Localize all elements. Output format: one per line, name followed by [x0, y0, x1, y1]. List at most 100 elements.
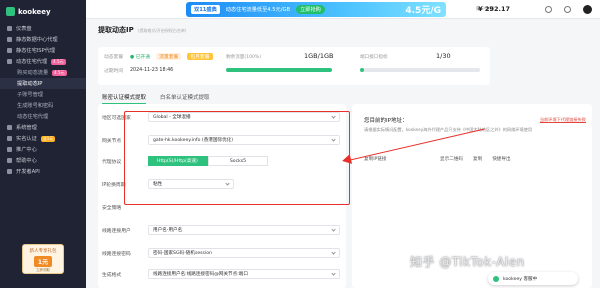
- expire-label: 过期时间: [104, 69, 124, 74]
- sidebar-item-label: 生成账号和密码: [17, 103, 54, 109]
- sidebar-item[interactable]: 推广中心: [0, 144, 86, 155]
- menu-icon: [7, 169, 12, 174]
- plan-status-label: 动态套餐: [104, 55, 124, 60]
- promo-note: 立即领取: [36, 268, 50, 272]
- sidebar-item-label: 动态住宅代理: [16, 59, 48, 65]
- annotation-arrow-head: [340, 154, 353, 166]
- sidebar-item[interactable]: 系统管理: [0, 122, 86, 133]
- plan-info-card: 动态套餐 ● 已开通 流量套餐 包月套餐 过期时间 2024-11-23 18:…: [98, 47, 490, 85]
- menu-icon: [7, 136, 12, 141]
- sidebar-item-label: 推广中心: [16, 147, 37, 153]
- sidebar-item-label: 静态数据中心代理: [16, 37, 58, 43]
- format-row: 生成格式 线路连接用户名:线路连接密码@网关节点:端口: [102, 269, 340, 279]
- sidebar-item[interactable]: 生成账号和密码: [0, 100, 86, 111]
- promo-gift-card[interactable]: 新人专享礼包 1元 立即领取: [22, 244, 64, 274]
- extract-mode-tabs: 账密认证模式提取 白名单认证模式提取: [102, 93, 210, 104]
- traffic-progress: [226, 68, 332, 72]
- brand-logo[interactable]: kookeey: [0, 0, 86, 23]
- avatar[interactable]: [583, 5, 592, 14]
- tab-account-auth[interactable]: 账密认证模式提取: [102, 93, 147, 104]
- sidebar-item-tag: 4.5元: [51, 58, 66, 65]
- chevron-down-icon: [331, 249, 336, 255]
- sidebar-item-label: 提取动态IP: [17, 81, 43, 87]
- bell-icon[interactable]: [564, 6, 571, 13]
- promo-banner[interactable]: 双11盛典 动态住宅流量低至4.5元/GB 立即抢购 4.5元/G: [186, 2, 446, 17]
- conn-user-value: 用户名-用户名: [153, 228, 183, 233]
- sidebar-item[interactable]: 开发者API: [0, 166, 86, 177]
- sidebar-item-tag: 4.5元: [52, 69, 67, 76]
- conn-user-label: 线路连接用户: [102, 228, 131, 234]
- sidebar: kookeey 仪表盘 静态数据中心代理 静态住宅ISP代理 动态住宅代理 4.5元 购买…: [0, 0, 86, 288]
- sidebar-item-label: 动态住宅代理: [17, 114, 49, 120]
- expire-row: 过期时间 2024-11-23 18:46: [104, 67, 173, 74]
- sidebar-item[interactable]: 帮助中心: [0, 155, 86, 166]
- menu-icon: [7, 59, 12, 64]
- copy-button[interactable]: 复制: [473, 156, 482, 162]
- tab-whitelist-auth[interactable]: 白名单认证模式提取: [160, 93, 210, 104]
- sidebar-item-label: 子账号管理: [17, 92, 43, 98]
- port-progress-fill: [360, 68, 364, 72]
- sidebar-item-label: 帮助中心: [16, 158, 37, 164]
- promo-title: 新人专享礼包: [29, 249, 57, 254]
- logo-text: kookeey: [18, 7, 51, 16]
- menu-icon: [7, 125, 12, 130]
- sidebar-nav: 仪表盘 静态数据中心代理 静态住宅ISP代理 动态住宅代理 4.5元 购买动态流量 4.5元…: [0, 23, 86, 177]
- account-balance: ¥ 292.17: [478, 5, 510, 13]
- logo-icon: [6, 7, 15, 16]
- plan-badge-monthly: 包月套餐: [187, 53, 213, 60]
- sidebar-item-label: 系统管理: [16, 125, 37, 131]
- region-note: 请根据实际情况配置，kookeey海外代理产品只支持《中国大陆地区之外》的网络环…: [364, 127, 533, 132]
- top-bar: 双11盛典 动态住宅流量低至4.5元/GB 立即抢购 4.5元/G 账户余额 ¥…: [86, 0, 600, 19]
- plan-status-row: 动态套餐 ● 已开通 流量套餐 包月套餐: [104, 53, 213, 60]
- quick-export-button[interactable]: 快捷导出: [492, 156, 510, 162]
- sidebar-item[interactable]: 购买动态流量 4.5元: [0, 67, 86, 78]
- sidebar-item-label: 开发者API: [16, 169, 40, 175]
- sidebar-item[interactable]: 子账号管理: [0, 89, 86, 100]
- format-value: 线路连接用户名:线路连接密码@网关节点:端口: [153, 272, 248, 277]
- menu-icon: [7, 48, 12, 53]
- sidebar-item-label: 仪表盘: [16, 26, 32, 32]
- sidebar-item[interactable]: 动态住宅代理 4.5元: [0, 56, 86, 67]
- chat-label: kookeey 客服中: [503, 276, 538, 282]
- plan-status-value: ● 已开通: [130, 55, 151, 60]
- page-title: 提取动态IP: [98, 26, 134, 34]
- sidebar-item-label: 购买动态流量: [17, 70, 49, 76]
- chevron-down-icon: [331, 226, 336, 232]
- sidebar-item[interactable]: 提取动态IP: [0, 78, 86, 89]
- sidebar-item[interactable]: 静态数据中心代理: [0, 34, 86, 45]
- traffic-progress-fill: [226, 68, 332, 72]
- sidebar-item[interactable]: 动态住宅代理: [0, 111, 86, 122]
- conn-user-row: 线路连接用户 用户名-用户名: [102, 225, 340, 235]
- banner-price: 4.5元/G: [405, 6, 441, 16]
- headset-icon[interactable]: [545, 6, 552, 13]
- port-value: 1/30: [436, 52, 451, 60]
- sidebar-item[interactable]: 实名认证 送1元: [0, 133, 86, 144]
- sidebar-item-label: 实名认证: [16, 136, 37, 142]
- conn-user-select[interactable]: 用户名-用户名: [148, 225, 340, 235]
- banner-badge: 双11盛典: [191, 5, 220, 14]
- connection-warning-link[interactable]: 当前环境下代理链接失败: [540, 117, 586, 123]
- watermark-text: 知乎 @TikTok-Alen: [410, 255, 525, 269]
- menu-icon: [7, 147, 12, 152]
- expire-value: 2024-11-23 18:46: [130, 68, 174, 73]
- banner-cta-button[interactable]: 立即抢购: [296, 5, 325, 14]
- conn-pass-select[interactable]: 密码-国家SG码-随机session: [148, 248, 340, 258]
- promo-price: 1元: [33, 256, 53, 267]
- format-label: 生成格式: [102, 272, 122, 278]
- menu-icon: [7, 37, 12, 42]
- format-select[interactable]: 线路连接用户名:线路连接密码@网关节点:端口: [148, 269, 340, 279]
- sidebar-item-tag: 送1元: [40, 135, 56, 142]
- sidebar-item[interactable]: 静态住宅ISP代理: [0, 45, 86, 56]
- traffic-label: 剩余流量(100%): [226, 55, 262, 60]
- port-label: 端口接口指标: [360, 55, 388, 60]
- ip-list-actions: 显示二维码 复制 快捷导出: [440, 156, 511, 162]
- current-ip-title: 您目前的IP地址：: [364, 118, 408, 124]
- support-chat-button[interactable]: kookeey 客服中: [488, 272, 578, 285]
- traffic-value: 1GB/1GB: [304, 52, 334, 60]
- menu-icon: [7, 26, 12, 31]
- sidebar-item[interactable]: 仪表盘: [0, 23, 86, 34]
- show-qr-button[interactable]: 显示二维码: [440, 156, 463, 162]
- chat-icon: [493, 275, 499, 282]
- annotation-highlight-box: [124, 111, 350, 205]
- page-subtitle: (提取格式/开启授权白名单): [138, 28, 187, 33]
